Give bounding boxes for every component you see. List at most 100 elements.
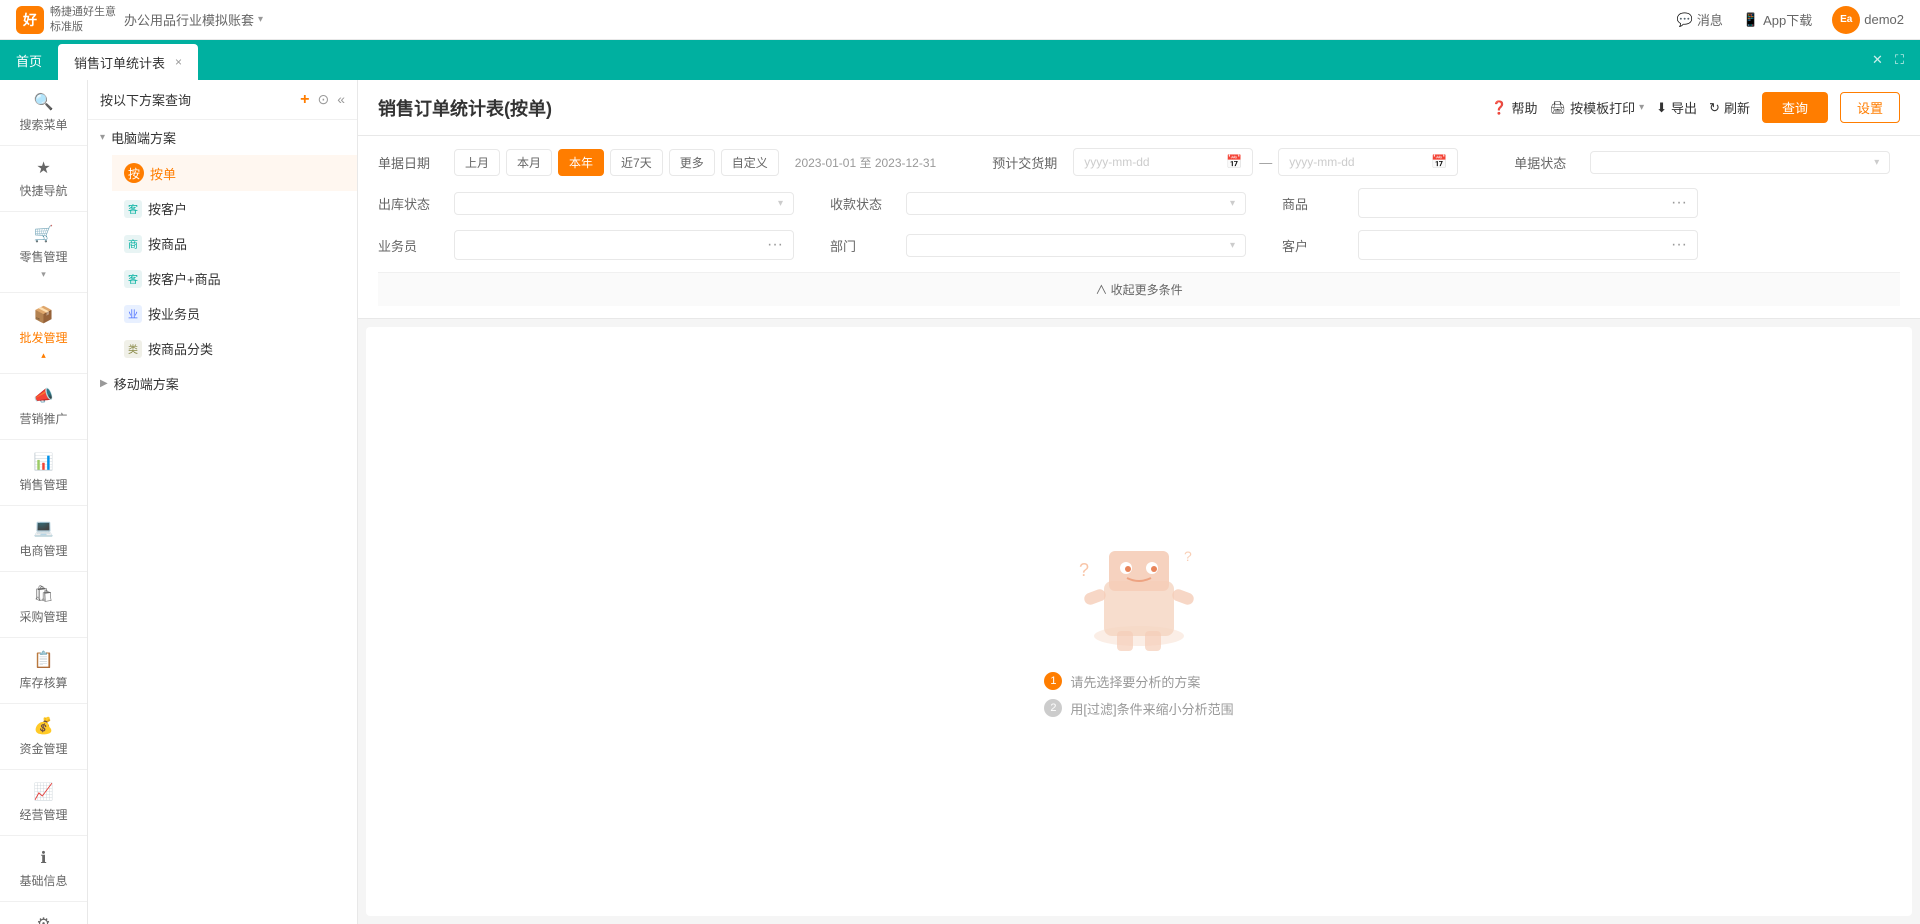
business-input[interactable]: ··· [454, 230, 794, 260]
calendar-start-icon: 📅 [1226, 154, 1242, 170]
more-date-btn[interactable]: 更多 [669, 149, 715, 176]
inventory-icon: 📋 [34, 650, 54, 670]
query-button[interactable]: 查询 [1762, 92, 1828, 123]
customer-label: 客户 [1282, 236, 1342, 255]
tab-home[interactable]: 首页 [0, 40, 58, 80]
left-panel-title: 按以下方案查询 [100, 90, 191, 109]
empty-svg: ? ? [1069, 526, 1209, 656]
sidebar-item-inventory[interactable]: 📋 库存核算 [0, 638, 87, 704]
sidebar-item-operations[interactable]: 📈 经营管理 [0, 770, 87, 836]
last-month-btn[interactable]: 上月 [454, 149, 500, 176]
refresh-icon: ↻ [1709, 100, 1720, 116]
sidebar-item-system[interactable]: ⚙ 系统管理 [0, 902, 87, 924]
expected-date-start[interactable]: yyyy-mm-dd 📅 [1073, 148, 1253, 176]
main-layout: 🔍 搜索菜单 ★ 快捷导航 🛒 零售管理 ▾ 📦 批发管理 ▴ 📣 营销推广 📊… [0, 80, 1920, 924]
single-status-dropdown-icon: ▾ [1874, 157, 1879, 168]
date-dash: — [1259, 155, 1272, 170]
collapse-panel-icon[interactable]: « [337, 91, 345, 109]
tree-parent-electric[interactable]: ▾ 电脑端方案 [88, 120, 357, 155]
tip-num-1: 1 [1044, 672, 1062, 690]
sidebar-item-sales[interactable]: 📊 销售管理 [0, 440, 87, 506]
tree-item-by-order[interactable]: 按 按单 [112, 155, 357, 191]
maximize-icon[interactable]: ⛶ [1895, 52, 1904, 68]
sidebar-item-search[interactable]: 🔍 搜索菜单 [0, 80, 87, 146]
last-7-days-btn[interactable]: 近7天 [610, 149, 663, 176]
shipping-dropdown-icon: ▾ [778, 198, 783, 209]
single-status-select[interactable]: ▾ [1590, 151, 1890, 174]
svg-text:?: ? [1184, 548, 1192, 564]
sidebar-item-ecommerce[interactable]: 💻 电商管理 [0, 506, 87, 572]
page-title: 销售订单统计表(按单) [378, 95, 552, 121]
tip-num-2: 2 [1044, 699, 1062, 717]
marketing-icon: 📣 [34, 386, 54, 406]
close-window-icon[interactable]: ✕ [1872, 52, 1883, 68]
expected-date-end[interactable]: yyyy-mm-dd 📅 [1278, 148, 1458, 176]
print-icon: 🖨 [1550, 100, 1567, 116]
filter-row-2: 出库状态 ▾ 收款状态 ▾ 商品 ··· [378, 188, 1900, 218]
print-button[interactable]: 🖨 按模板打印 ▾ [1550, 98, 1645, 117]
dropdown-arrow-icon: ▾ [258, 14, 263, 25]
by-staff-icon: 业 [124, 305, 142, 323]
refresh-button[interactable]: ↻ 刷新 [1709, 98, 1750, 117]
left-panel: 按以下方案查询 + ⊙ « ▾ 电脑端方案 按 按单 客 按客户 [88, 80, 358, 924]
top-bar-title[interactable]: 办公用品行业模拟账套 ▾ [124, 10, 263, 29]
logo-icon: 好 [16, 6, 44, 34]
filter-area: 单据日期 上月 本月 本年 近7天 更多 自定义 2023-01-01 至 20… [358, 136, 1920, 319]
star-icon: ★ [36, 158, 50, 178]
collection-status-label: 收款状态 [830, 194, 890, 213]
custom-date-btn[interactable]: 自定义 [721, 149, 779, 176]
goods-dots-icon[interactable]: ··· [1671, 194, 1687, 212]
tab-sales-order-stats[interactable]: 销售订单统计表 × [58, 44, 198, 80]
tree-item-by-category[interactable]: 类 按商品分类 [112, 331, 357, 366]
customer-dots-icon[interactable]: ··· [1671, 236, 1687, 254]
wholesale-expand-icon: ▴ [41, 350, 46, 361]
tree-item-by-staff[interactable]: 业 按业务员 [112, 296, 357, 331]
search-icon: 🔍 [34, 92, 54, 112]
export-button[interactable]: ⬇ 导出 [1656, 98, 1697, 117]
sidebar-item-marketing[interactable]: 📣 营销推广 [0, 374, 87, 440]
logo-area: 好 畅捷通好生意 标准版 [16, 5, 116, 34]
goods-input[interactable]: ··· [1358, 188, 1698, 218]
message-button[interactable]: 💬 消息 [1677, 10, 1723, 29]
sidebar-item-basic-info[interactable]: ℹ 基础信息 [0, 836, 87, 902]
expected-date-range: yyyy-mm-dd 📅 — yyyy-mm-dd 📅 [1073, 148, 1458, 176]
tree-item-by-customer-goods[interactable]: 客 按客户+商品 [112, 261, 357, 296]
by-order-icon: 按 [124, 163, 144, 183]
empty-tip-1: 1 请先选择要分析的方案 [1044, 672, 1233, 691]
this-year-btn[interactable]: 本年 [558, 149, 604, 176]
department-select[interactable]: ▾ [906, 234, 1246, 257]
system-icon: ⚙ [36, 914, 50, 924]
help-button[interactable]: ❓ 帮助 [1491, 98, 1537, 117]
info-icon: ℹ [40, 848, 46, 868]
tab-close-icon[interactable]: × [175, 55, 182, 69]
business-dots-icon[interactable]: ··· [767, 236, 783, 254]
sidebar-item-finance[interactable]: 💰 资金管理 [0, 704, 87, 770]
shipping-status-label: 出库状态 [378, 194, 438, 213]
tree-parent-mobile[interactable]: ▶ 移动端方案 [88, 366, 357, 401]
settings-button[interactable]: 设置 [1840, 92, 1900, 123]
sidebar-item-nav[interactable]: ★ 快捷导航 [0, 146, 87, 212]
user-avatar[interactable]: Ea demo2 [1832, 6, 1904, 34]
shipping-status-select[interactable]: ▾ [454, 192, 794, 215]
add-scheme-icon[interactable]: + [300, 91, 309, 109]
left-panel-header: 按以下方案查询 + ⊙ « [88, 80, 357, 120]
collection-status-select[interactable]: ▾ [906, 192, 1246, 215]
purchase-icon: 🛍 [33, 584, 53, 604]
finance-icon: 💰 [34, 716, 54, 736]
collapse-icon: ∧ [1095, 283, 1107, 297]
left-panel-icons: + ⊙ « [300, 91, 345, 109]
single-date-label: 单据日期 [378, 153, 438, 172]
sidebar-item-retail[interactable]: 🛒 零售管理 ▾ [0, 212, 87, 293]
app-download-button[interactable]: 📱 App下载 [1743, 10, 1812, 29]
customer-input[interactable]: ··· [1358, 230, 1698, 260]
ecommerce-icon: 💻 [34, 518, 54, 538]
this-month-btn[interactable]: 本月 [506, 149, 552, 176]
tree-item-by-customer[interactable]: 客 按客户 [112, 191, 357, 226]
settings-scheme-icon[interactable]: ⊙ [317, 91, 329, 109]
sidebar-item-purchase[interactable]: 🛍 采购管理 [0, 572, 87, 638]
help-icon: ❓ [1491, 100, 1507, 116]
retail-collapse-icon: ▾ [41, 269, 46, 280]
tree-item-by-goods[interactable]: 商 按商品 [112, 226, 357, 261]
collapse-bar[interactable]: ∧ 收起更多条件 [378, 272, 1900, 306]
sidebar-item-wholesale[interactable]: 📦 批发管理 ▴ [0, 293, 87, 374]
